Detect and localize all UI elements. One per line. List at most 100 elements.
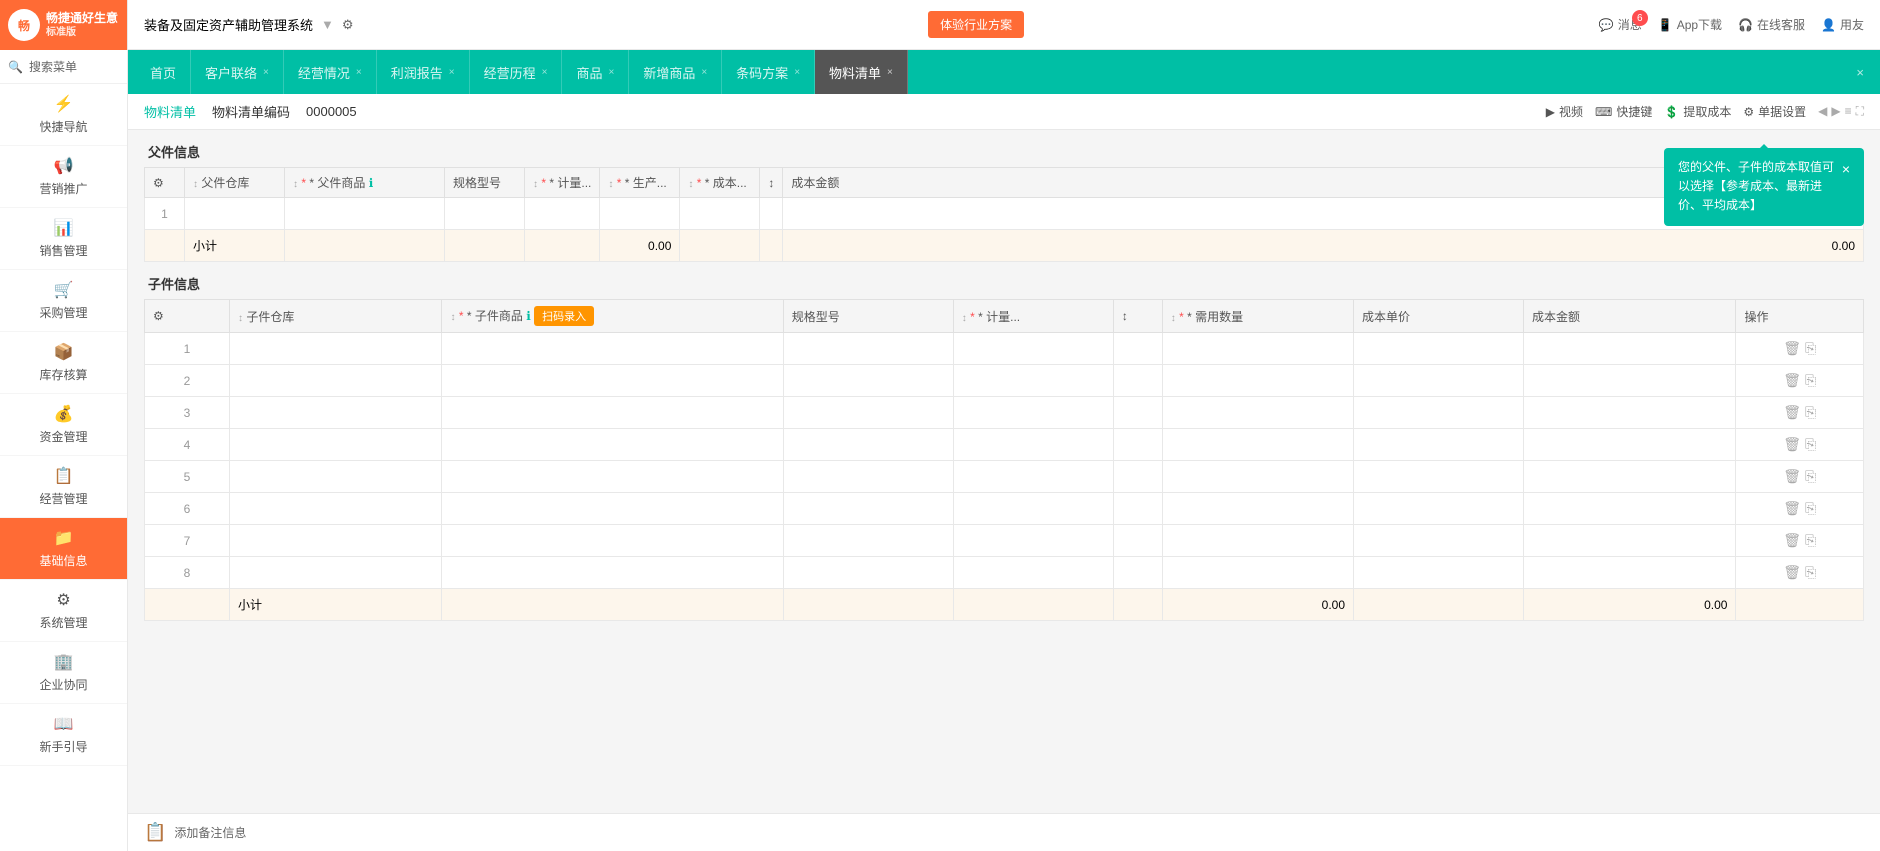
sidebar-item-quick-nav[interactable]: ⚡ 快捷导航 <box>0 84 127 146</box>
copy-icon-5[interactable]: ⎘ <box>1805 468 1816 485</box>
child-unit-cell-6[interactable] <box>953 493 1113 525</box>
copy-icon-8[interactable]: ⎘ <box>1805 564 1816 581</box>
parent-product-info-icon[interactable]: ℹ <box>369 176 374 190</box>
tab-barcode[interactable]: 条码方案 × <box>722 50 815 94</box>
child-amount-cell-2[interactable] <box>1523 365 1735 397</box>
copy-icon-3[interactable]: ⎘ <box>1805 404 1816 421</box>
tab-history[interactable]: 经营历程 × <box>470 50 563 94</box>
child-product-cell-7[interactable] <box>442 525 783 557</box>
child-product-cell-1[interactable] <box>442 333 783 365</box>
tab-new-product[interactable]: 新增商品 × <box>629 50 722 94</box>
child-amount-cell-1[interactable] <box>1523 333 1735 365</box>
tab-barcode-close[interactable]: × <box>794 67 800 78</box>
add-note-icon[interactable]: 📋 <box>144 822 166 843</box>
child-amount-cell-5[interactable] <box>1523 461 1735 493</box>
child-amount-cell-6[interactable] <box>1523 493 1735 525</box>
doc-settings-btn[interactable]: ⚙ 单据设置 <box>1743 103 1806 120</box>
child-price-cell-1[interactable] <box>1354 333 1524 365</box>
child-unit-cell-8[interactable] <box>953 557 1113 589</box>
child-price-cell-2[interactable] <box>1354 365 1524 397</box>
parent-spec-cell[interactable] <box>445 198 525 230</box>
child-unit-cell-5[interactable] <box>953 461 1113 493</box>
child-unit-cell-3[interactable] <box>953 397 1113 429</box>
child-qty-cell-1[interactable] <box>1162 333 1353 365</box>
tab-new-product-close[interactable]: × <box>701 67 707 78</box>
child-qty-cell-7[interactable] <box>1162 525 1353 557</box>
parent-product-cell[interactable] <box>285 198 445 230</box>
child-warehouse-cell-8[interactable] <box>229 557 441 589</box>
child-product-cell-6[interactable] <box>442 493 783 525</box>
child-unit-cell-4[interactable] <box>953 429 1113 461</box>
menu-icon[interactable]: ≡ <box>1845 104 1852 119</box>
sidebar-item-purchase[interactable]: 🛒 采购管理 <box>0 270 127 332</box>
child-warehouse-cell-5[interactable] <box>229 461 441 493</box>
copy-icon-1[interactable]: ⎘ <box>1805 340 1816 357</box>
child-warehouse-cell-6[interactable] <box>229 493 441 525</box>
child-price-cell-6[interactable] <box>1354 493 1524 525</box>
delete-icon-7[interactable]: 🗑 <box>1783 532 1801 549</box>
extract-cost-btn[interactable]: 💲 提取成本 <box>1664 103 1731 120</box>
child-spec-cell-6[interactable] <box>783 493 953 525</box>
child-qty-cell-8[interactable] <box>1162 557 1353 589</box>
sidebar-item-system[interactable]: ⚙ 系统管理 <box>0 580 127 642</box>
child-price-cell-7[interactable] <box>1354 525 1524 557</box>
child-qty-cell-4[interactable] <box>1162 429 1353 461</box>
child-amount-cell-4[interactable] <box>1523 429 1735 461</box>
view-video-btn[interactable]: ▶ 视频 <box>1546 103 1583 120</box>
delete-icon-3[interactable]: 🗑 <box>1783 404 1801 421</box>
tab-history-close[interactable]: × <box>542 67 548 78</box>
tab-home[interactable]: 首页 <box>136 50 191 94</box>
child-warehouse-cell-2[interactable] <box>229 365 441 397</box>
child-qty-cell-2[interactable] <box>1162 365 1353 397</box>
sidebar-item-guide[interactable]: 📖 新手引导 <box>0 704 127 766</box>
child-product-cell-5[interactable] <box>442 461 783 493</box>
sidebar-item-marketing[interactable]: 📢 营销推广 <box>0 146 127 208</box>
child-spec-cell-4[interactable] <box>783 429 953 461</box>
sidebar-item-finance[interactable]: 💰 资金管理 <box>0 394 127 456</box>
child-warehouse-cell-3[interactable] <box>229 397 441 429</box>
close-all-icon[interactable]: × <box>1848 65 1872 80</box>
user-item[interactable]: 👤 用友 <box>1821 16 1864 33</box>
online-service-item[interactable]: 🎧 在线客服 <box>1738 16 1805 33</box>
child-price-cell-3[interactable] <box>1354 397 1524 429</box>
child-price-cell-8[interactable] <box>1354 557 1524 589</box>
breadcrumb-bom[interactable]: 物料清单 <box>144 102 196 121</box>
child-amount-cell-7[interactable] <box>1523 525 1735 557</box>
delete-icon-4[interactable]: 🗑 <box>1783 436 1801 453</box>
child-spec-cell-1[interactable] <box>783 333 953 365</box>
sidebar-item-operations[interactable]: 📋 经营管理 <box>0 456 127 518</box>
child-unit-cell-1[interactable] <box>953 333 1113 365</box>
child-product-cell-2[interactable] <box>442 365 783 397</box>
tooltip-close-button[interactable]: × <box>1842 158 1850 180</box>
child-product-cell-3[interactable] <box>442 397 783 429</box>
child-warehouse-cell-7[interactable] <box>229 525 441 557</box>
add-note-text[interactable]: 添加备注信息 <box>174 824 246 841</box>
tab-operation-close[interactable]: × <box>356 67 362 78</box>
delete-icon-1[interactable]: 🗑 <box>1783 340 1801 357</box>
tab-customer-close[interactable]: × <box>263 67 269 78</box>
expand-icon[interactable]: ⛶ <box>1856 104 1864 119</box>
tab-customer[interactable]: 客户联络 × <box>191 50 284 94</box>
child-spec-cell-5[interactable] <box>783 461 953 493</box>
tab-bom-close[interactable]: × <box>887 67 893 78</box>
child-spec-cell-3[interactable] <box>783 397 953 429</box>
tab-bom[interactable]: 物料清单 × <box>815 50 908 94</box>
child-warehouse-cell-1[interactable] <box>229 333 441 365</box>
child-qty-cell-3[interactable] <box>1162 397 1353 429</box>
dropdown-arrow-icon[interactable]: ▼ <box>321 17 334 32</box>
child-warehouse-cell-4[interactable] <box>229 429 441 461</box>
tab-profit[interactable]: 利润报告 × <box>377 50 470 94</box>
child-product-info-icon[interactable]: ℹ <box>526 309 531 323</box>
parent-unit-cell[interactable] <box>525 198 600 230</box>
shortcut-btn[interactable]: ⌨ 快捷键 <box>1595 103 1652 120</box>
child-unit-cell-7[interactable] <box>953 525 1113 557</box>
child-qty-cell-5[interactable] <box>1162 461 1353 493</box>
child-spec-cell-2[interactable] <box>783 365 953 397</box>
copy-icon-6[interactable]: ⎘ <box>1805 500 1816 517</box>
child-product-cell-8[interactable] <box>442 557 783 589</box>
child-amount-cell-3[interactable] <box>1523 397 1735 429</box>
copy-icon-2[interactable]: ⎘ <box>1805 372 1816 389</box>
sidebar-item-basic[interactable]: 📁 基础信息 <box>0 518 127 580</box>
child-qty-cell-6[interactable] <box>1162 493 1353 525</box>
sidebar-item-sales[interactable]: 📊 销售管理 <box>0 208 127 270</box>
